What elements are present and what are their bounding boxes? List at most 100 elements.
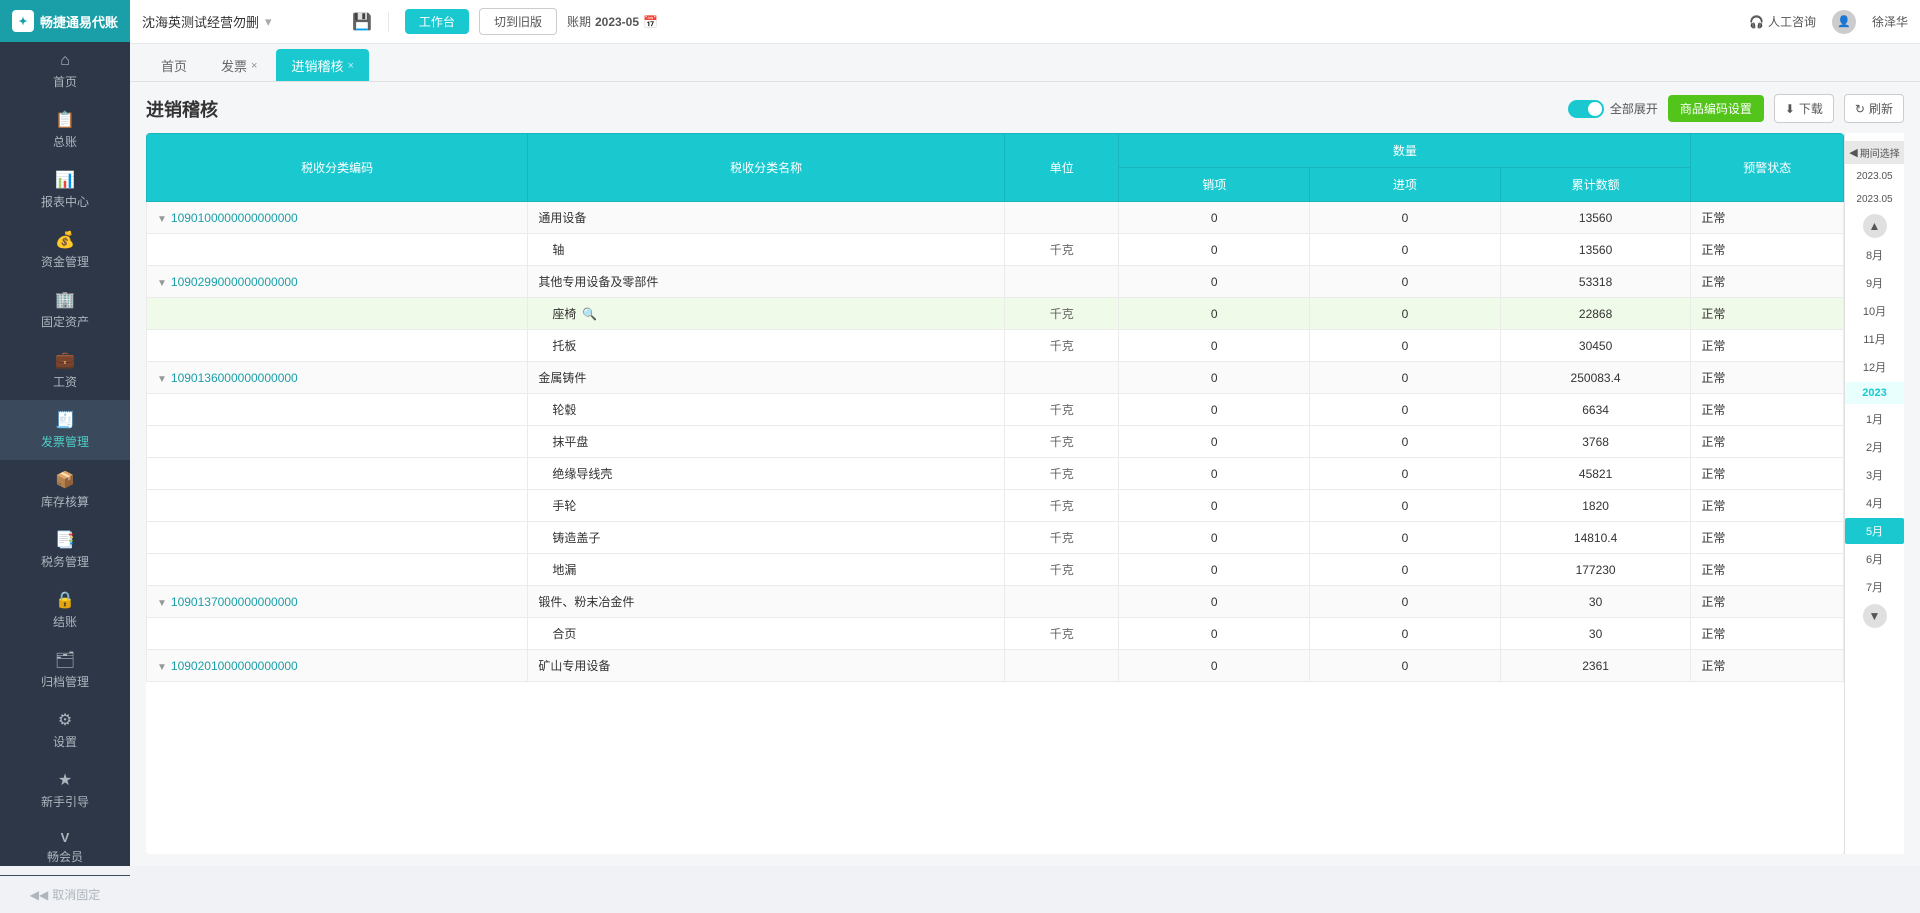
- table-row[interactable]: 合页 千克 0 0 30 正常: [147, 618, 1844, 650]
- toggle-thumb: [1588, 102, 1602, 116]
- month-10[interactable]: 10月: [1845, 298, 1904, 324]
- scroll-up-button[interactable]: ▲: [1863, 214, 1887, 238]
- tax-name-cell: 矿山专用设备: [528, 650, 1005, 682]
- tax-name-cell: 地漏: [528, 554, 1005, 586]
- month-8[interactable]: 8月: [1845, 242, 1904, 268]
- sidebar-item-inventory[interactable]: 📦 库存核算: [0, 460, 130, 520]
- table-row[interactable]: 绝缘导线壳 千克 0 0 45821 正常: [147, 458, 1844, 490]
- tax-code-cell: [147, 618, 528, 650]
- table-row[interactable]: ▼1090100000000000000 通用设备 0 0 13560 正常: [147, 202, 1844, 234]
- sidebar-item-close[interactable]: 🔒 结账: [0, 580, 130, 640]
- arrow-left-icon[interactable]: ◀: [1849, 146, 1857, 159]
- toggle-label: 全部展开: [1610, 100, 1658, 117]
- month-1[interactable]: 1月: [1845, 406, 1904, 432]
- month-12[interactable]: 12月: [1845, 354, 1904, 380]
- table-row[interactable]: 轮毂 千克 0 0 6634 正常: [147, 394, 1844, 426]
- month-7[interactable]: 7月: [1845, 574, 1904, 600]
- status-cell: 正常: [1691, 202, 1844, 234]
- status-cell: 正常: [1691, 554, 1844, 586]
- chevron-down-icon[interactable]: ▾: [265, 14, 272, 30]
- table-row[interactable]: 托板 千克 0 0 30450 正常: [147, 330, 1844, 362]
- table-row[interactable]: ▼1090136000000000000 金属铸件 0 0 250083.4 正…: [147, 362, 1844, 394]
- tabbar: 首页 发票 × 进销稽核 ×: [130, 44, 1920, 82]
- refresh-button[interactable]: ↻ 刷新: [1844, 94, 1904, 123]
- sidebar-item-tax[interactable]: 📑 税务管理: [0, 520, 130, 580]
- month-4[interactable]: 4月: [1845, 490, 1904, 516]
- sidebar-item-guide[interactable]: ★ 新手引导: [0, 760, 130, 820]
- sidebar-item-salary[interactable]: 💼 工资: [0, 340, 130, 400]
- sidebar-item-label: 报表中心: [41, 193, 89, 210]
- sidebar-item-invoices[interactable]: 🧾 发票管理: [0, 400, 130, 460]
- switch-version-button[interactable]: 切到旧版: [479, 8, 557, 35]
- total-cell: 250083.4: [1500, 362, 1691, 394]
- month-9[interactable]: 9月: [1845, 270, 1904, 296]
- table-row[interactable]: 地漏 千克 0 0 177230 正常: [147, 554, 1844, 586]
- tax-name-cell: 铸造盖子: [528, 522, 1005, 554]
- sidebar-item-label: 新手引导: [41, 793, 89, 810]
- company-selector[interactable]: 沈海英测试经营勿删 ▾: [142, 12, 342, 31]
- scroll-down-button[interactable]: ▼: [1863, 604, 1887, 628]
- close-icon[interactable]: ×: [251, 60, 257, 72]
- table-row[interactable]: 手轮 千克 0 0 1820 正常: [147, 490, 1844, 522]
- month-3[interactable]: 3月: [1845, 462, 1904, 488]
- month-6[interactable]: 6月: [1845, 546, 1904, 572]
- purchase-cell: 0: [1310, 458, 1501, 490]
- month-5[interactable]: 5月: [1845, 518, 1904, 544]
- sidebar-item-archive[interactable]: 🗂 归档管理: [0, 640, 130, 700]
- salary-icon: 💼: [55, 350, 75, 370]
- tab-reconcile[interactable]: 进销稽核 ×: [276, 49, 368, 81]
- sidebar-item-assets[interactable]: 🏢 固定资产: [0, 280, 130, 340]
- sidebar-item-home[interactable]: ⌂ 首页: [0, 42, 130, 100]
- panel-title: 期间选择: [1860, 145, 1900, 160]
- status-cell: 正常: [1691, 586, 1844, 618]
- inventory-icon: 📦: [55, 470, 75, 490]
- sidebar-item-reports[interactable]: 📊 报表中心: [0, 160, 130, 220]
- tab-home[interactable]: 首页: [146, 49, 202, 81]
- total-cell: 177230: [1500, 554, 1691, 586]
- table-row[interactable]: 铸造盖子 千克 0 0 14810.4 正常: [147, 522, 1844, 554]
- human-service-button[interactable]: 🎧 人工咨询: [1749, 13, 1816, 30]
- period-top-2[interactable]: 2023.05: [1845, 189, 1904, 210]
- search-icon-small[interactable]: 🔍: [582, 307, 597, 321]
- download-button[interactable]: ⬇ 下载: [1774, 94, 1834, 123]
- sidebar-item-settings[interactable]: ⚙ 设置: [0, 700, 130, 760]
- month-2[interactable]: 2月: [1845, 434, 1904, 460]
- sale-cell: 0: [1119, 330, 1310, 362]
- period-top-1[interactable]: 2023.05: [1845, 166, 1904, 187]
- status-cell: 正常: [1691, 298, 1844, 330]
- tab-invoices[interactable]: 发票 ×: [206, 49, 272, 81]
- expand-toggle[interactable]: 全部展开: [1568, 100, 1658, 118]
- sale-cell: 0: [1119, 202, 1310, 234]
- sidebar-item-funds[interactable]: 💰 资金管理: [0, 220, 130, 280]
- close-icon[interactable]: ×: [347, 60, 353, 72]
- sidebar-unpin-button[interactable]: ◀◀ 取消固定: [0, 875, 130, 913]
- tax-code-cell: [147, 298, 528, 330]
- tax-name-cell: 托板: [528, 330, 1005, 362]
- sidebar-item-ledger[interactable]: 📋 总账: [0, 100, 130, 160]
- refresh-icon: ↻: [1855, 102, 1865, 116]
- commodity-code-button[interactable]: 商品编码设置: [1668, 95, 1764, 122]
- tax-code-cell: [147, 490, 528, 522]
- table-row[interactable]: ▼1090299000000000000 其他专用设备及零部件 0 0 5331…: [147, 266, 1844, 298]
- workbench-button[interactable]: 工作台: [405, 9, 469, 34]
- tax-name-cell: 绝缘导线壳: [528, 458, 1005, 490]
- table-row[interactable]: 抹平盘 千克 0 0 3768 正常: [147, 426, 1844, 458]
- purchase-cell: 0: [1310, 586, 1501, 618]
- sidebar-item-member[interactable]: V 畅会员: [0, 820, 130, 875]
- table-row[interactable]: ▼1090201000000000000 矿山专用设备 0 0 2361 正常: [147, 650, 1844, 682]
- month-11[interactable]: 11月: [1845, 326, 1904, 352]
- sale-cell: 0: [1119, 266, 1310, 298]
- toggle-track[interactable]: [1568, 100, 1604, 118]
- table-row[interactable]: 轴 千克 0 0 13560 正常: [147, 234, 1844, 266]
- main-area: 沈海英测试经营勿删 ▾ 💾 工作台 切到旧版 账期 2023-05 📅 🎧 人工…: [130, 0, 1920, 866]
- tab-invoices-label: 发票: [221, 56, 247, 75]
- tax-code-cell: [147, 522, 528, 554]
- human-service-label: 人工咨询: [1768, 13, 1816, 30]
- table-row[interactable]: 座椅🔍 千克 0 0 22868 正常: [147, 298, 1844, 330]
- table-row[interactable]: ▼1090137000000000000 锻件、粉末冶金件 0 0 30 正常: [147, 586, 1844, 618]
- purchase-cell: 0: [1310, 362, 1501, 394]
- calendar-icon[interactable]: 📅: [643, 15, 658, 29]
- table-container[interactable]: 税收分类编码 税收分类名称 单位 数量 预警状态 销项 进项 累计数额: [146, 133, 1844, 854]
- unit-cell: 千克: [1005, 554, 1119, 586]
- tax-code-cell: ▼1090136000000000000: [147, 362, 528, 394]
